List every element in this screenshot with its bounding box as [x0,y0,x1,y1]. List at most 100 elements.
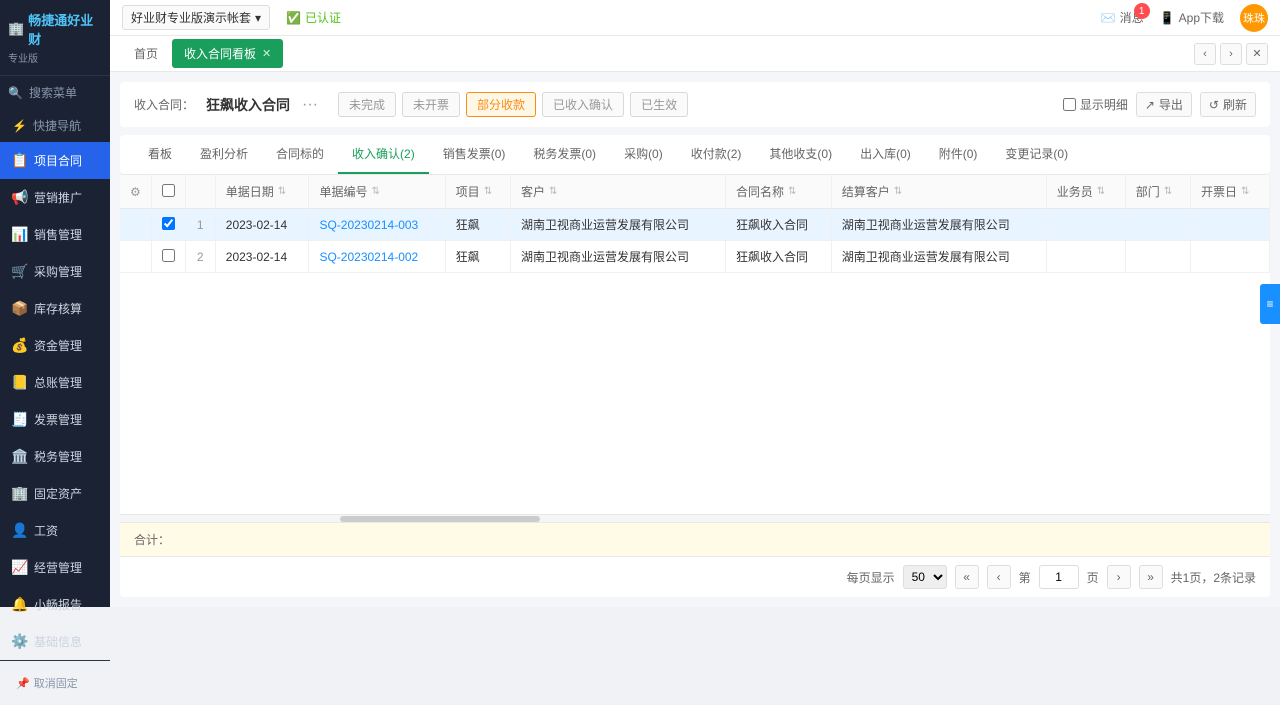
user-avatar[interactable]: 珠珠 [1240,4,1268,32]
sidebar-purchase-icon: 🛒 [12,264,28,280]
pagination: 每页显示 50 « ‹ 第 页 › » 共1页，2条记录 [120,556,1270,597]
sidebar-unpin[interactable]: 📌 取消固定 [8,669,102,697]
settings-icon[interactable]: ⚙ [130,185,141,199]
sidebar-item-invoice[interactable]: 🧾 发票管理 [0,401,110,438]
sidebar-item-marketing[interactable]: 📢 营销推广 [0,179,110,216]
tab-nav-close[interactable]: ✕ [1246,43,1268,65]
select-all-checkbox[interactable] [162,184,175,197]
status-uninvoiced[interactable]: 未开票 [402,92,460,117]
page-label-pre: 第 [1019,569,1031,586]
show-detail-checkbox[interactable] [1063,98,1076,111]
refresh-icon: ↺ [1209,98,1219,112]
row-num-1: 2 [185,241,215,273]
sort-icon-contract-name: ⇅ [788,186,796,197]
sort-icon-project: ⇅ [484,186,492,197]
doc-no-link-0[interactable]: SQ-20230214-003 [319,218,418,232]
row-checkbox-0[interactable] [162,217,175,230]
sidebar-item-purchase[interactable]: 🛒 采购管理 [0,253,110,290]
tab-kanban[interactable]: 看板 [134,135,186,174]
tab-contract_standard[interactable]: 合同标的 [262,135,338,174]
sidebar-item-project[interactable]: 📋 项目合同 [0,142,110,179]
right-panel-trigger[interactable]: ≡ [1260,284,1280,324]
show-detail-check[interactable]: 显示明细 [1063,96,1128,113]
table-footer: 合计： [120,522,1270,556]
company-selector[interactable]: 好业财专业版演示帐套 ▾ [122,5,270,30]
row-contract-name-0: 狂飙收入合同 [725,209,831,241]
contract-actions: 显示明细 ↗ 导出 ↺ 刷新 [1063,92,1256,117]
page-number-input[interactable] [1039,565,1079,589]
sidebar-marketing-label: 营销推广 [34,189,82,206]
row-salesperson-1 [1046,241,1125,273]
tab-home[interactable]: 首页 [122,39,170,68]
sidebar-item-sales[interactable]: 📊 销售管理 [0,216,110,253]
messages-action[interactable]: ✉️ 消息 1 [1101,9,1144,26]
right-icon[interactable]: ≡ [1260,284,1280,324]
topbar-right: ✉️ 消息 1 📱 App下载 珠珠 [1101,4,1268,32]
sidebar-item-fixed[interactable]: 🏢 固定资产 [0,475,110,512]
sidebar-operation-icon: 📈 [12,560,28,576]
row-gear-1[interactable] [120,241,151,273]
tab-sales_invoice[interactable]: 销售发票(0) [429,135,520,174]
tab-purchase[interactable]: 采购(0) [610,135,677,174]
sidebar-item-general[interactable]: 📒 总账管理 [0,364,110,401]
tab-change_log[interactable]: 变更记录(0) [991,135,1082,174]
sidebar-quick-nav[interactable]: ⚡ 快捷导航 [0,109,110,142]
sidebar-general-icon: 📒 [12,375,28,391]
tab-profit[interactable]: 盈利分析 [186,135,262,174]
tab-income-kanban[interactable]: 收入合同看板 ✕ [172,39,283,68]
certified-badge: ✅ 已认证 [286,9,341,26]
page-next-btn[interactable]: › [1107,565,1131,589]
sidebar-report-icon: 🔔 [12,597,28,613]
status-effective[interactable]: 已生效 [630,92,688,117]
sidebar-general-label: 总账管理 [34,374,82,391]
tab-other_income[interactable]: 其他收支(0) [755,135,846,174]
tab-attachment[interactable]: 附件(0) [925,135,992,174]
row-doc-no-1[interactable]: SQ-20230214-002 [309,241,445,273]
export-button[interactable]: ↗ 导出 [1136,92,1192,117]
row-check-1[interactable] [151,241,185,273]
refresh-button[interactable]: ↺ 刷新 [1200,92,1256,117]
export-label: 导出 [1159,96,1183,113]
sidebar-search-label: 搜索菜单 [29,84,77,101]
row-contract-name-1: 狂飙收入合同 [725,241,831,273]
tab-close-icon[interactable]: ✕ [262,47,271,60]
sidebar-item-tax[interactable]: 🏛️ 税务管理 [0,438,110,475]
row-customer-0: 湖南卫视商业运营发展有限公司 [510,209,725,241]
tab-nav-next[interactable]: › [1220,43,1242,65]
table-header-row: ⚙ 单据日期 ⇅ [120,175,1270,209]
tab-payment[interactable]: 收付款(2) [677,135,756,174]
sidebar-marketing-icon: 📢 [12,190,28,206]
page-first-btn[interactable]: « [955,565,979,589]
row-doc-date-1: 2023-02-14 [215,241,309,273]
status-confirmed[interactable]: 已收入确认 [542,92,624,117]
company-name: 好业财专业版演示帐套 [131,9,251,26]
sidebar-item-report[interactable]: 🔔 小畅报告 [0,586,110,623]
page-last-btn[interactable]: » [1139,565,1163,589]
status-uncompleted[interactable]: 未完成 [338,92,396,117]
table-scrollbar[interactable] [120,514,1270,522]
section-tabs: 看板盈利分析合同标的收入确认(2)销售发票(0)税务发票(0)采购(0)收付款(… [120,135,1270,175]
row-doc-no-0[interactable]: SQ-20230214-003 [309,209,445,241]
table-body: 1 2023-02-14 SQ-20230214-003 狂飙 湖南卫视商业运营… [120,209,1270,273]
tab-warehouse[interactable]: 出入库(0) [846,135,925,174]
content-area: 收入合同： 狂飙收入合同 ··· 未完成未开票部分收款已收入确认已生效 显示明细… [110,72,1280,607]
row-checkbox-1[interactable] [162,249,175,262]
app-download-action[interactable]: 📱 App下载 [1160,9,1224,26]
per-page-select[interactable]: 50 [903,565,947,589]
tab-nav-prev[interactable]: ‹ [1194,43,1216,65]
tab-tax_invoice[interactable]: 税务发票(0) [519,135,610,174]
contract-more-button[interactable]: ··· [302,96,318,114]
row-check-0[interactable] [151,209,185,241]
sidebar-item-labor[interactable]: 👤 工资 [0,512,110,549]
sidebar-search-item[interactable]: 🔍 搜索菜单 [0,76,110,109]
tab-income_confirm[interactable]: 收入确认(2) [338,135,429,174]
doc-no-link-1[interactable]: SQ-20230214-002 [319,250,418,264]
status-partial[interactable]: 部分收款 [466,92,536,117]
sidebar-item-inventory[interactable]: 📦 库存核算 [0,290,110,327]
page-prev-btn[interactable]: ‹ [987,565,1011,589]
sidebar-inventory-label: 库存核算 [34,300,82,317]
sidebar-item-funds[interactable]: 💰 资金管理 [0,327,110,364]
row-gear-0[interactable] [120,209,151,241]
sidebar-item-operation[interactable]: 📈 经营管理 [0,549,110,586]
sidebar-item-basic[interactable]: ⚙️ 基础信息 [0,623,110,660]
